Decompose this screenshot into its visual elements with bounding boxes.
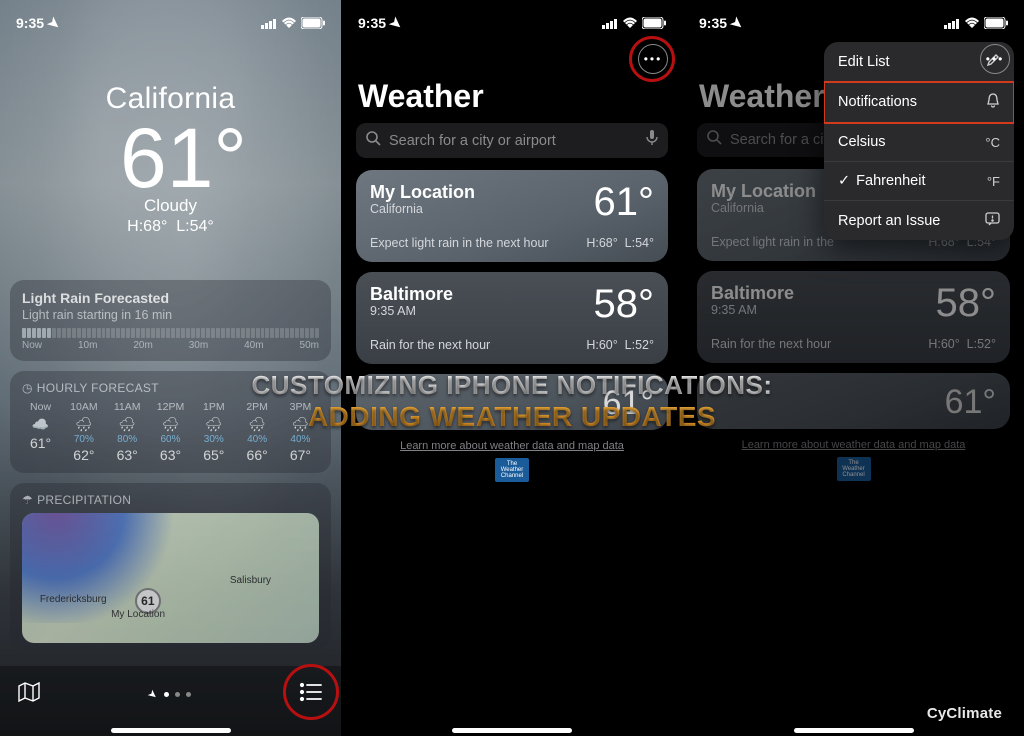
weather-list-menu-screen: 9:35➤ ••• Edit List Notifications Celsiu… [682,0,1024,736]
brand-watermark: CyClimate [927,705,1002,722]
list-icon[interactable] [299,682,323,707]
menu-notifications[interactable]: Notifications [824,82,1014,123]
menu-celsius[interactable]: Celsius°C [824,123,1014,162]
location-arrow-icon: ➤ [386,13,406,34]
clock-icon: ◷ [22,381,33,395]
page-title: Weather [342,76,682,123]
home-indicator[interactable] [111,728,231,733]
check-icon: ✓ [838,173,850,189]
precip-bars [22,328,319,338]
more-button[interactable]: ••• [638,44,668,74]
map-city-salisbury: Salisbury [230,575,271,586]
precipitation-panel[interactable]: ☂ PRECIPITATION Fredericksburg Salisbury… [10,483,331,649]
hourly-item: 12PM🌧60%63° [152,401,189,463]
forecast-title: Light Rain Forecasted [22,290,319,306]
precip-header: ☂ PRECIPITATION [22,493,319,507]
menu-fahrenheit[interactable]: ✓Fahrenheit °F [824,162,1014,201]
cellular-icon [602,18,618,29]
map-icon[interactable] [18,682,40,707]
bottom-toolbar: ➤ [0,666,341,736]
map-city-fredericksburg: Fredericksburg [40,594,107,605]
search-icon [366,131,381,151]
hourly-item: Now☁️61° [22,401,59,463]
status-bar: 9:35➤ [342,0,682,40]
wifi-icon [622,17,638,29]
hourly-item: 10AM🌧70%62° [65,401,102,463]
cellular-icon [944,18,960,29]
wifi-icon [964,17,980,29]
home-indicator[interactable] [452,728,572,733]
location-card-baltimore[interactable]: Baltimore 9:35 AM 58° Rain for the next … [356,272,668,364]
mic-icon[interactable] [646,130,658,151]
battery-icon [984,17,1008,29]
hourly-item: 11AM🌧80%63° [109,401,146,463]
forecast-subtitle: Light rain starting in 16 min [22,308,319,322]
weather-channel-logo: TheWeatherChannel [495,458,529,482]
hourly-item: 3PM🌧40%67° [282,401,319,463]
status-bar: 9:35➤ [683,0,1024,40]
location-card-my-location[interactable]: My Location California 61° Expect light … [356,170,668,262]
location-arrow-icon: ➤ [145,686,160,702]
report-icon [985,212,1000,229]
hourly-forecast-panel[interactable]: ◷ HOURLY FORECAST Now☁️61°10AM🌧70%62°11A… [10,371,331,473]
page-dots[interactable]: ➤ [148,688,190,701]
minute-forecast-panel[interactable]: Light Rain Forecasted Light rain startin… [10,280,331,361]
more-button[interactable]: ••• [980,44,1010,74]
menu-report-issue[interactable]: Report an Issue [824,201,1014,240]
map-pin-label: My Location [111,609,165,620]
precip-tick-labels: Now10m20m30m40m50m [22,340,319,351]
bell-icon [986,93,1000,111]
hourly-item: 1PM🌧30%65° [195,401,232,463]
weather-list-screen: 9:35➤ ••• Weather Search for a city or a… [341,0,682,736]
home-indicator[interactable] [794,728,914,733]
hourly-item: 2PM🌧40%66° [239,401,276,463]
precipitation-map[interactable]: Fredericksburg Salisbury 61 My Location [22,513,319,643]
umbrella-icon: ☂ [22,493,33,507]
battery-icon [642,17,666,29]
location-arrow-icon: ➤ [727,13,747,34]
location-card-partial[interactable]: 61° [356,374,668,430]
hourly-row[interactable]: Now☁️61°10AM🌧70%62°11AM🌧80%63°12PM🌧60%63… [22,401,319,463]
search-placeholder: Search for a city or airport [389,133,638,149]
data-attribution-link[interactable]: Learn more about weather data and map da… [342,440,682,452]
weather-detail-screen: 9:35 ➤ California 61° Cloudy H:68° L:54°… [0,0,341,736]
hourly-header: ◷ HOURLY FORECAST [22,381,319,395]
search-input[interactable]: Search for a city or airport [356,123,668,158]
